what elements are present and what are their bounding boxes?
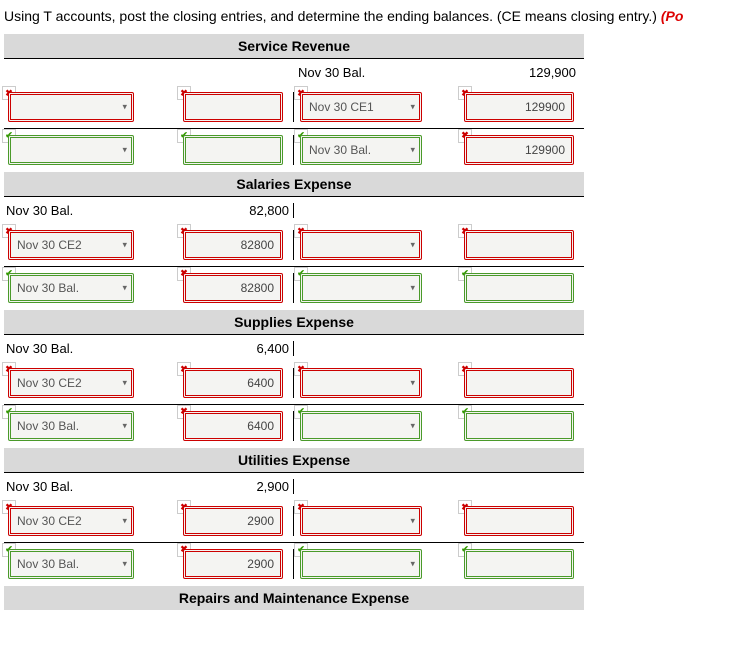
credit-value-input[interactable] — [464, 411, 574, 441]
credit-value-input[interactable]: 129900 — [464, 135, 574, 165]
t-row: Nov 30 CE1 129900 — [4, 86, 584, 128]
t-right — [294, 411, 584, 441]
debit-value: 2,900 — [256, 479, 289, 494]
t-left: Nov 30 Bal. 6400 — [4, 411, 294, 441]
credit-value-input[interactable] — [464, 368, 574, 398]
credit-value-input[interactable]: 129900 — [464, 92, 574, 122]
t-left: Nov 30 CE2 82800 — [4, 230, 294, 260]
t-left: Nov 30 Bal. 82800 — [4, 273, 294, 303]
debit-label-dropdown[interactable] — [8, 92, 134, 122]
credit-label-dropdown[interactable]: Nov 30 CE1 — [300, 92, 422, 122]
t-left — [4, 135, 294, 165]
t-right: Nov 30 Bal. 129900 — [294, 135, 584, 165]
t-account: Salaries ExpenseNov 30 Bal.82,800Nov 30 … — [4, 172, 584, 308]
credit-label: Nov 30 Bal. — [298, 65, 365, 80]
debit-label-dropdown[interactable] — [8, 135, 134, 165]
t-right — [294, 549, 584, 579]
debit-value-input[interactable]: 82800 — [183, 273, 283, 303]
debit-value-input[interactable]: 6400 — [183, 368, 283, 398]
credit-label-dropdown[interactable] — [300, 506, 422, 536]
debit-value: 6,400 — [256, 341, 289, 356]
t-left: Nov 30 Bal. 6,400 — [4, 341, 294, 356]
debit-label-dropdown[interactable]: Nov 30 CE2 — [8, 230, 134, 260]
debit-label: Nov 30 Bal. — [6, 479, 73, 494]
t-right — [294, 506, 584, 536]
t-row: Nov 30 CE2 6400 — [4, 362, 584, 404]
t-row: Nov 30 Bal. 129900 — [4, 128, 584, 170]
t-row: Nov 30 CE2 82800 — [4, 224, 584, 266]
t-row: Nov 30 Bal. 6,400 — [4, 334, 584, 362]
t-account: Service RevenueNov 30 Bal.129,900Nov 30 … — [4, 34, 584, 170]
t-account-title: Utilities Expense — [4, 448, 584, 472]
debit-value-input[interactable]: 2900 — [183, 549, 283, 579]
t-row: Nov 30 Bal. 129,900 — [4, 58, 584, 86]
instruction-main: Using T accounts, post the closing entri… — [4, 8, 661, 24]
debit-value-input[interactable]: 6400 — [183, 411, 283, 441]
instruction-hint: (Po — [661, 8, 684, 24]
t-account-title: Repairs and Maintenance Expense — [4, 586, 584, 610]
t-account: Supplies Expense Nov 30 Bal. 6,400 Nov 30 C… — [4, 310, 584, 446]
t-left: Nov 30 CE2 6400 — [4, 368, 294, 398]
debit-label: Nov 30 Bal. — [6, 341, 73, 356]
t-row: Nov 30 Bal. 6400 — [4, 404, 584, 446]
credit-label-dropdown[interactable] — [300, 411, 422, 441]
t-right — [294, 230, 584, 260]
t-row: Nov 30 Bal. 82,800 — [4, 196, 584, 224]
credit-value-input[interactable] — [464, 230, 574, 260]
credit-value: 129,900 — [529, 65, 576, 80]
credit-value-input[interactable] — [464, 549, 574, 579]
t-left: Nov 30 CE2 2900 — [4, 506, 294, 536]
credit-label-dropdown[interactable] — [300, 230, 422, 260]
debit-value-input[interactable]: 82800 — [183, 230, 283, 260]
debit-label: Nov 30 Bal. — [6, 203, 73, 218]
t-row: Nov 30 CE2 2900 — [4, 500, 584, 542]
debit-label-dropdown[interactable]: Nov 30 CE2 — [8, 506, 134, 536]
credit-value-input[interactable] — [464, 506, 574, 536]
t-right — [294, 368, 584, 398]
t-right: Nov 30 Bal. 129,900 — [294, 65, 584, 80]
t-account: Repairs and Maintenance Expense — [4, 586, 584, 610]
debit-value: 82,800 — [249, 203, 289, 218]
debit-value-input[interactable]: 2900 — [183, 506, 283, 536]
t-account-title: Salaries Expense — [4, 172, 584, 196]
credit-label-dropdown[interactable] — [300, 549, 422, 579]
debit-value-input[interactable] — [183, 135, 283, 165]
credit-label-dropdown[interactable] — [300, 273, 422, 303]
t-left: Nov 30 Bal. 82,800 — [4, 203, 294, 218]
t-left: Nov 30 Bal. 2900 — [4, 549, 294, 579]
t-left: Nov 30 Bal. 2,900 — [4, 479, 294, 494]
debit-label-dropdown[interactable]: Nov 30 CE2 — [8, 368, 134, 398]
debit-label-dropdown[interactable]: Nov 30 Bal. — [8, 273, 134, 303]
t-account-title: Service Revenue — [4, 34, 584, 58]
credit-label-dropdown[interactable] — [300, 368, 422, 398]
t-row: Nov 30 Bal. 82800 — [4, 266, 584, 308]
debit-label-dropdown[interactable]: Nov 30 Bal. — [8, 411, 134, 441]
t-row: Nov 30 Bal. 2,900 — [4, 472, 584, 500]
t-row: Nov 30 Bal. 2900 — [4, 542, 584, 584]
credit-label-dropdown[interactable]: Nov 30 Bal. — [300, 135, 422, 165]
credit-value-input[interactable] — [464, 273, 574, 303]
t-left — [4, 92, 294, 122]
t-account: Utilities ExpenseNov 30 Bal.2,900Nov 30 … — [4, 448, 584, 584]
t-account-title: Supplies Expense — [4, 310, 584, 334]
instruction-text: Using T accounts, post the closing entri… — [4, 8, 752, 24]
debit-value-input[interactable] — [183, 92, 283, 122]
debit-label-dropdown[interactable]: Nov 30 Bal. — [8, 549, 134, 579]
t-right: Nov 30 CE1 129900 — [294, 92, 584, 122]
t-right — [294, 273, 584, 303]
